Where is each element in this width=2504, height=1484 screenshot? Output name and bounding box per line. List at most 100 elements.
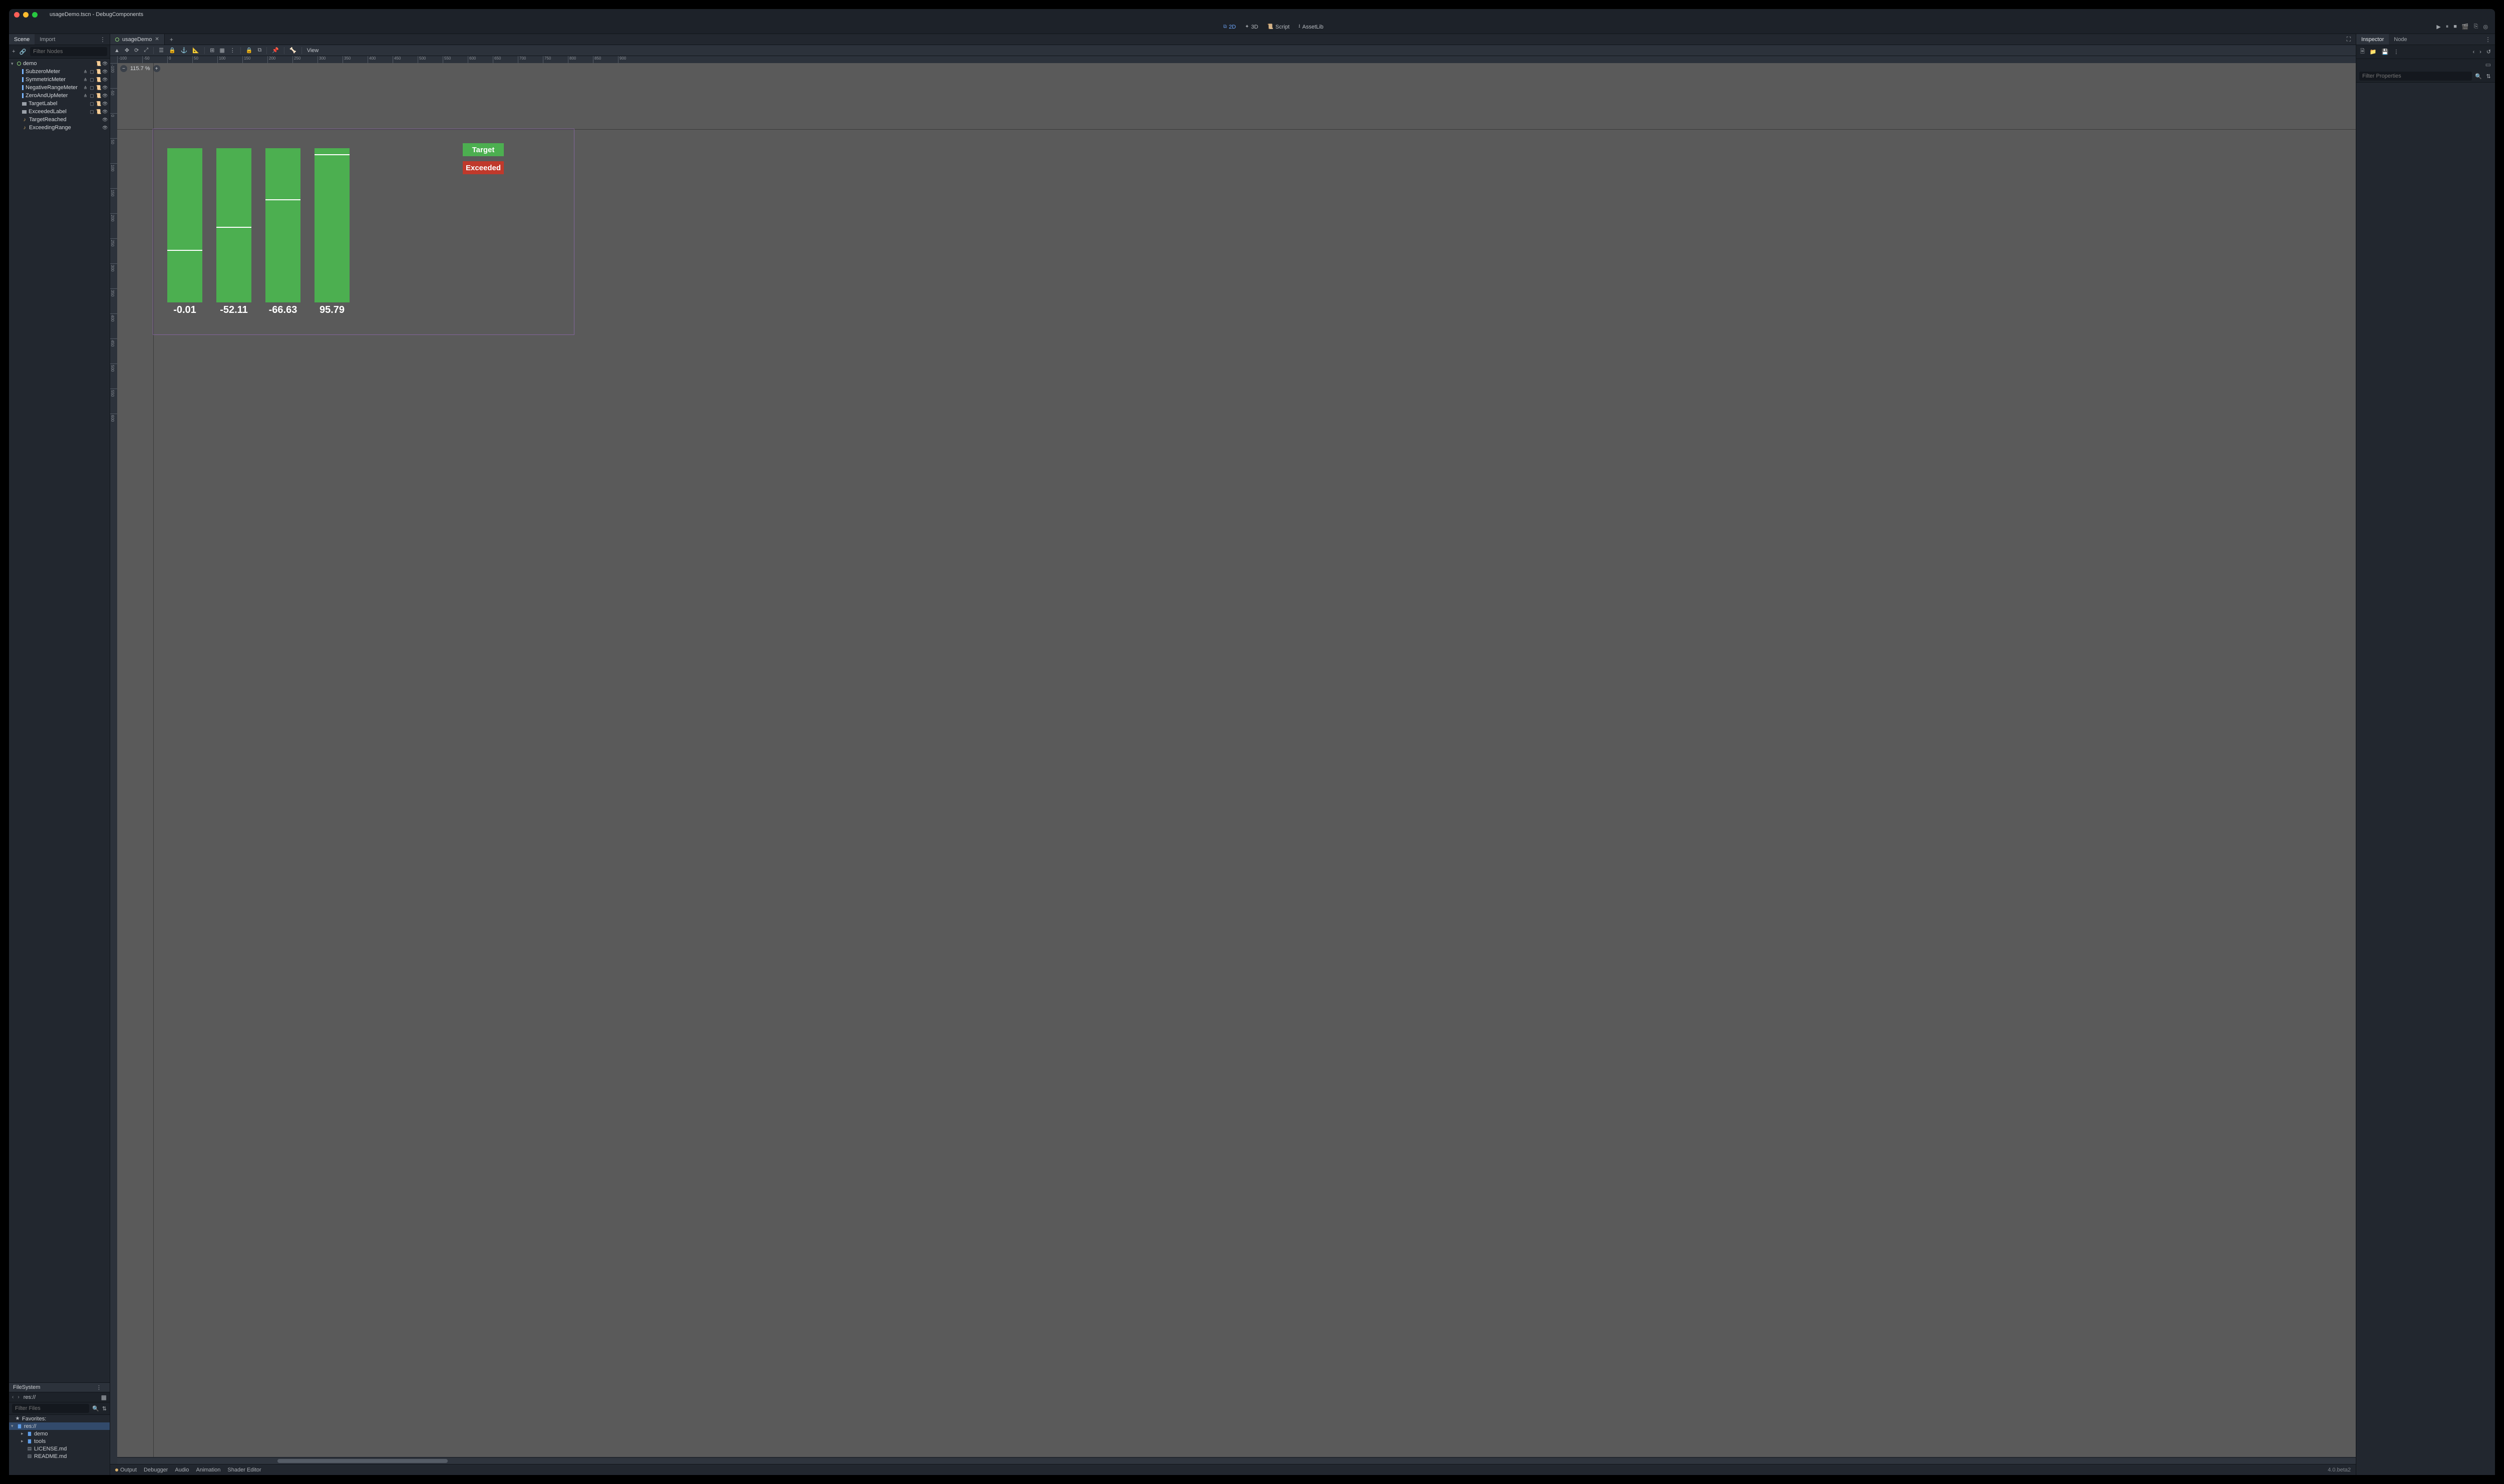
mode-3d-button[interactable]: ✦3D [1244,22,1259,32]
scene-node-row[interactable]: ExceedingRange👁 [9,124,110,132]
fs-row[interactable]: LICENSE.md [9,1445,110,1452]
close-tab-button[interactable]: ✕ [155,37,159,42]
visibility-icon[interactable]: 👁 [102,69,108,75]
visibility-icon[interactable]: 👁 [102,109,108,115]
scene-node-row[interactable]: SymmetricMeter⋔▢📜👁 [9,76,110,84]
tab-shader[interactable]: Shader Editor [227,1467,261,1473]
script-icon[interactable]: 📜 [96,77,101,83]
pause-button[interactable]: ⏸ [2446,24,2449,30]
new-tab-button[interactable]: + [165,36,178,43]
signal-icon[interactable]: ⋔ [83,85,88,91]
render-mode-button[interactable]: ◎ [2483,24,2488,30]
zoom-value[interactable]: 115.7 % [130,66,150,72]
scene-node-row[interactable]: NegativeRangeMeter⋔▢📜👁 [9,84,110,92]
tab-audio[interactable]: Audio [175,1467,189,1473]
inspector-filter-input[interactable] [2359,72,2472,81]
tab-animation[interactable]: Animation [196,1467,221,1473]
instance-icon[interactable]: ▢ [89,85,95,91]
snap-tool[interactable]: ⊞ [210,47,214,54]
link-node-button[interactable]: 🔗 [19,49,26,55]
nav-forward-button[interactable]: › [18,1394,19,1400]
stop-button[interactable]: ■ [2453,24,2457,30]
visibility-icon[interactable]: 👁 [102,85,108,91]
ruler-tool[interactable]: 📐 [192,47,199,54]
tab-output[interactable]: Output [115,1467,137,1473]
meter-ZeroAndUpMeter[interactable]: 95.79 [315,148,350,316]
inspector-panel-menu[interactable]: ⋮ [2481,36,2495,43]
open-resource-button[interactable]: 📁 [2370,49,2377,55]
script-icon[interactable]: 📜 [96,61,101,67]
meter-SubzeroMeter[interactable]: -0.01 [167,148,202,316]
pin-tool[interactable]: 📌 [272,47,279,54]
script-icon[interactable]: 📜 [96,93,101,99]
select-tool[interactable]: ▲ [114,48,120,54]
expand-icon[interactable]: ▸ [21,1438,25,1444]
fs-row[interactable]: README.md [9,1452,110,1460]
script-icon[interactable]: 📜 [96,101,101,107]
zoom-in-button[interactable]: + [153,65,160,72]
filesystem-path[interactable]: res:// [24,1394,97,1400]
history-button[interactable]: ↺ [2486,49,2491,55]
visibility-icon[interactable]: 👁 [102,93,108,99]
anchor-tool[interactable]: ⚓ [181,47,188,54]
distraction-free-button[interactable]: ⛶ [2342,36,2356,43]
tab-inspector[interactable]: Inspector [2356,34,2389,45]
mode-assetlib-button[interactable]: ⭳AssetLib [1298,22,1325,32]
scene-filter-input[interactable] [30,47,107,56]
play-custom-button[interactable]: ⎘ [2474,24,2478,30]
instance-icon[interactable]: ▢ [89,109,95,115]
list-tool[interactable]: ☰ [159,47,164,54]
snap-menu[interactable]: ⋮ [230,47,235,54]
close-window-button[interactable] [14,12,20,18]
inspector-tools-menu[interactable]: ⋮ [2393,49,2399,55]
instance-icon[interactable]: ▢ [89,101,95,107]
history-forward-button[interactable]: › [2479,49,2481,55]
instance-icon[interactable]: ▢ [89,93,95,99]
meter-NegativeRangeMeter[interactable]: -66.63 [265,148,300,316]
scene-tree[interactable]: ▾ demo 📜👁 SubzeroMeter⋔▢📜👁SymmetricMeter… [9,59,110,1382]
new-resource-button[interactable]: 🗎 [2360,47,2365,57]
add-node-button[interactable]: + [12,49,15,55]
favorites-row[interactable]: Favorites: [9,1415,110,1422]
tab-node[interactable]: Node [2389,34,2412,45]
scrollbar-thumb[interactable] [277,1459,448,1463]
fs-row[interactable]: ▸tools [9,1437,110,1445]
lock-selected-tool[interactable]: 🔒 [246,47,253,54]
script-icon[interactable]: 📜 [96,85,101,91]
horizontal-scrollbar[interactable] [117,1458,2356,1464]
visibility-icon[interactable]: 👁 [102,101,108,107]
scene-node-row[interactable]: SubzeroMeter⋔▢📜👁 [9,68,110,76]
scene-node-row[interactable]: ExceededLabel▢📜👁 [9,108,110,116]
minimize-window-button[interactable] [23,12,29,18]
visibility-icon[interactable]: 👁 [102,117,108,123]
save-resource-button[interactable]: 💾 [2382,49,2389,55]
instance-icon[interactable]: ▢ [89,77,95,83]
sort-button[interactable]: ⇅ [2485,73,2492,80]
collapse-icon[interactable]: ▾ [11,1423,15,1429]
mode-2d-button[interactable]: ⧉2D [1222,22,1237,32]
visibility-icon[interactable]: 👁 [102,125,108,131]
signal-icon[interactable]: ⋔ [83,77,88,83]
tab-debugger[interactable]: Debugger [144,1467,168,1473]
fs-row[interactable]: ▸demo [9,1430,110,1437]
instance-icon[interactable]: ▢ [89,69,95,75]
rotate-tool[interactable]: ⟳ [134,47,139,54]
scene-panel-menu[interactable]: ⋮ [96,36,110,43]
filesystem-menu[interactable]: ⋮ [92,1384,106,1391]
history-back-button[interactable]: ‹ [2472,49,2474,55]
view-menu[interactable]: View [307,48,319,54]
nav-back-button[interactable]: ‹ [12,1394,14,1400]
play-scene-button[interactable]: 🎬 [2462,24,2469,30]
script-icon[interactable]: 📜 [96,69,101,75]
filesystem-filter-input[interactable] [12,1404,89,1413]
sort-button[interactable]: ⇅ [102,1405,107,1412]
visibility-icon[interactable]: 👁 [102,77,108,83]
view-mode-button[interactable]: ▦ [101,1394,107,1401]
signal-icon[interactable]: ⋔ [83,93,88,99]
search-icon[interactable]: 🔍 [2475,73,2482,80]
collapse-icon[interactable]: ▾ [11,61,15,67]
lock-tool[interactable]: 🔒 [169,47,176,54]
grid-snap-tool[interactable]: ▦ [219,47,224,54]
expand-icon[interactable]: ▸ [21,1431,25,1436]
script-icon[interactable]: 📜 [96,109,101,115]
